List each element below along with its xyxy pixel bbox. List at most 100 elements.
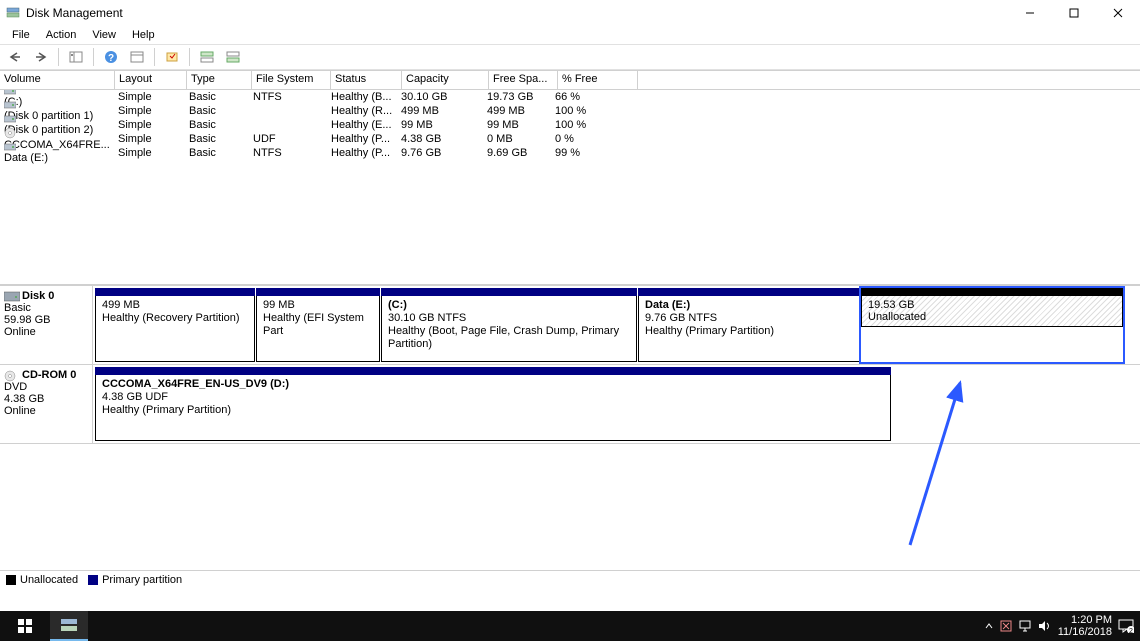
volume-capacity: 499 MB	[397, 105, 483, 117]
minimize-button[interactable]	[1008, 0, 1052, 26]
col-type[interactable]: Type	[187, 71, 252, 89]
volume-status: Healthy (E...	[327, 119, 397, 131]
titlebar: Disk Management	[0, 0, 1140, 26]
refresh-button[interactable]	[126, 46, 148, 68]
disc-icon	[4, 127, 110, 139]
maximize-button[interactable]	[1052, 0, 1096, 26]
volume-pct: 66 %	[551, 91, 630, 103]
rescan-button[interactable]	[161, 46, 183, 68]
menu-action[interactable]: Action	[38, 27, 85, 43]
partition-line: Healthy (Primary Partition)	[645, 325, 853, 338]
col-free[interactable]: Free Spa...	[489, 71, 558, 89]
partition-stripe	[256, 288, 380, 296]
hdd-icon	[4, 291, 18, 301]
partition-line: 99 MB	[263, 299, 373, 312]
drive-icon	[4, 142, 110, 152]
partition-line: Healthy (Recovery Partition)	[102, 312, 248, 325]
volume-name: Data (E:)	[4, 152, 48, 164]
col-capacity[interactable]: Capacity	[402, 71, 489, 89]
legend-primary: Primary partition	[102, 574, 182, 586]
disk-name: Disk 0	[22, 290, 54, 302]
tray-time: 1:20 PM	[1058, 614, 1112, 626]
volume-layout: Simple	[114, 91, 185, 103]
system-tray[interactable]: 1:20 PM 11/16/2018 2	[984, 614, 1134, 638]
volume-free: 9.69 GB	[483, 147, 551, 159]
volume-list-header: Volume Layout Type File System Status Ca…	[0, 70, 1140, 90]
tray-clock[interactable]: 1:20 PM 11/16/2018	[1058, 614, 1112, 638]
unallocated-space[interactable]: 19.53 GBUnallocated	[861, 288, 1123, 362]
col-filesystem[interactable]: File System	[252, 71, 331, 89]
volume-list[interactable]: (C:)SimpleBasicNTFSHealthy (B...30.10 GB…	[0, 90, 1140, 285]
disk-row: Disk 0Basic59.98 GBOnline499 MBHealthy (…	[0, 286, 1140, 365]
partition[interactable]: CCCOMA_X64FRE_EN-US_DV9 (D:)4.38 GB UDFH…	[95, 367, 891, 441]
volume-layout: Simple	[114, 119, 185, 131]
forward-button[interactable]	[30, 46, 52, 68]
volume-pct: 99 %	[551, 147, 630, 159]
disk-size: 4.38 GB	[4, 393, 88, 405]
col-percent[interactable]: % Free	[558, 71, 638, 89]
volume-row[interactable]: (Disk 0 partition 2)SimpleBasicHealthy (…	[0, 118, 1140, 132]
disk-status: Online	[4, 405, 88, 417]
volume-row[interactable]: (Disk 0 partition 1)SimpleBasicHealthy (…	[0, 104, 1140, 118]
partition-line: 499 MB	[102, 299, 248, 312]
volume-fs: NTFS	[249, 147, 327, 159]
drive-icon	[4, 114, 110, 124]
volume-free: 19.73 GB	[483, 91, 551, 103]
partition-body: 499 MBHealthy (Recovery Partition)	[95, 296, 255, 362]
partition-stripe	[95, 288, 255, 296]
taskbar[interactable]: 1:20 PM 11/16/2018 2	[0, 611, 1140, 641]
disc-icon	[4, 370, 18, 380]
legend-unallocated: Unallocated	[20, 574, 78, 586]
close-button[interactable]	[1096, 0, 1140, 26]
col-volume[interactable]: Volume	[0, 71, 115, 89]
partition[interactable]: 99 MBHealthy (EFI System Part	[256, 288, 380, 362]
partition-body: Data (E:)9.76 GB NTFSHealthy (Primary Pa…	[638, 296, 860, 362]
partition[interactable]: (C:)30.10 GB NTFSHealthy (Boot, Page Fil…	[381, 288, 637, 362]
legend-swatch-primary	[88, 575, 98, 585]
partition-container: 499 MBHealthy (Recovery Partition)99 MBH…	[93, 286, 1140, 364]
partition[interactable]: 499 MBHealthy (Recovery Partition)	[95, 288, 255, 362]
tray-network-icon[interactable]	[1018, 620, 1032, 632]
start-button[interactable]	[6, 612, 44, 640]
view-top-button[interactable]	[196, 46, 218, 68]
volume-type: Basic	[185, 133, 249, 145]
disk-info[interactable]: CD-ROM 0DVD4.38 GBOnline	[0, 365, 93, 443]
disk-info[interactable]: Disk 0Basic59.98 GBOnline	[0, 286, 93, 364]
partition-line: 30.10 GB NTFS	[388, 312, 630, 325]
disk-size: 59.98 GB	[4, 314, 88, 326]
volume-type: Basic	[185, 119, 249, 131]
partition[interactable]: Data (E:)9.76 GB NTFSHealthy (Primary Pa…	[638, 288, 860, 362]
taskbar-disk-management[interactable]	[50, 611, 88, 641]
app-icon	[6, 6, 20, 20]
disk-name: CD-ROM 0	[22, 369, 76, 381]
volume-row[interactable]: Data (E:)SimpleBasicNTFSHealthy (P...9.7…	[0, 146, 1140, 160]
volume-free: 99 MB	[483, 119, 551, 131]
disk-status: Online	[4, 326, 88, 338]
volume-fs: UDF	[249, 133, 327, 145]
tray-chevron-icon[interactable]	[984, 621, 994, 631]
view-bottom-button[interactable]	[222, 46, 244, 68]
tray-security-icon[interactable]	[1000, 620, 1012, 632]
window-title: Disk Management	[26, 6, 123, 20]
back-button[interactable]	[4, 46, 26, 68]
partition-line: 19.53 GB	[868, 299, 1116, 311]
tray-notifications-icon[interactable]: 2	[1118, 619, 1134, 633]
show-hide-tree-button[interactable]	[65, 46, 87, 68]
disk-graphical-view: Disk 0Basic59.98 GBOnline499 MBHealthy (…	[0, 285, 1140, 444]
help-button[interactable]: ?	[100, 46, 122, 68]
col-layout[interactable]: Layout	[115, 71, 187, 89]
col-status[interactable]: Status	[331, 71, 402, 89]
menu-help[interactable]: Help	[124, 27, 163, 43]
menu-file[interactable]: File	[4, 27, 38, 43]
volume-type: Basic	[185, 105, 249, 117]
partition-title: (C:)	[388, 299, 630, 312]
volume-row[interactable]: CCCOMA_X64FRE...SimpleBasicUDFHealthy (P…	[0, 132, 1140, 146]
volume-free: 499 MB	[483, 105, 551, 117]
tray-volume-icon[interactable]	[1038, 620, 1052, 632]
disk-type: Basic	[4, 302, 88, 314]
volume-capacity: 9.76 GB	[397, 147, 483, 159]
menu-view[interactable]: View	[84, 27, 124, 43]
volume-row[interactable]: (C:)SimpleBasicNTFSHealthy (B...30.10 GB…	[0, 90, 1140, 104]
partition-line: Unallocated	[868, 311, 1116, 323]
volume-free: 0 MB	[483, 133, 551, 145]
